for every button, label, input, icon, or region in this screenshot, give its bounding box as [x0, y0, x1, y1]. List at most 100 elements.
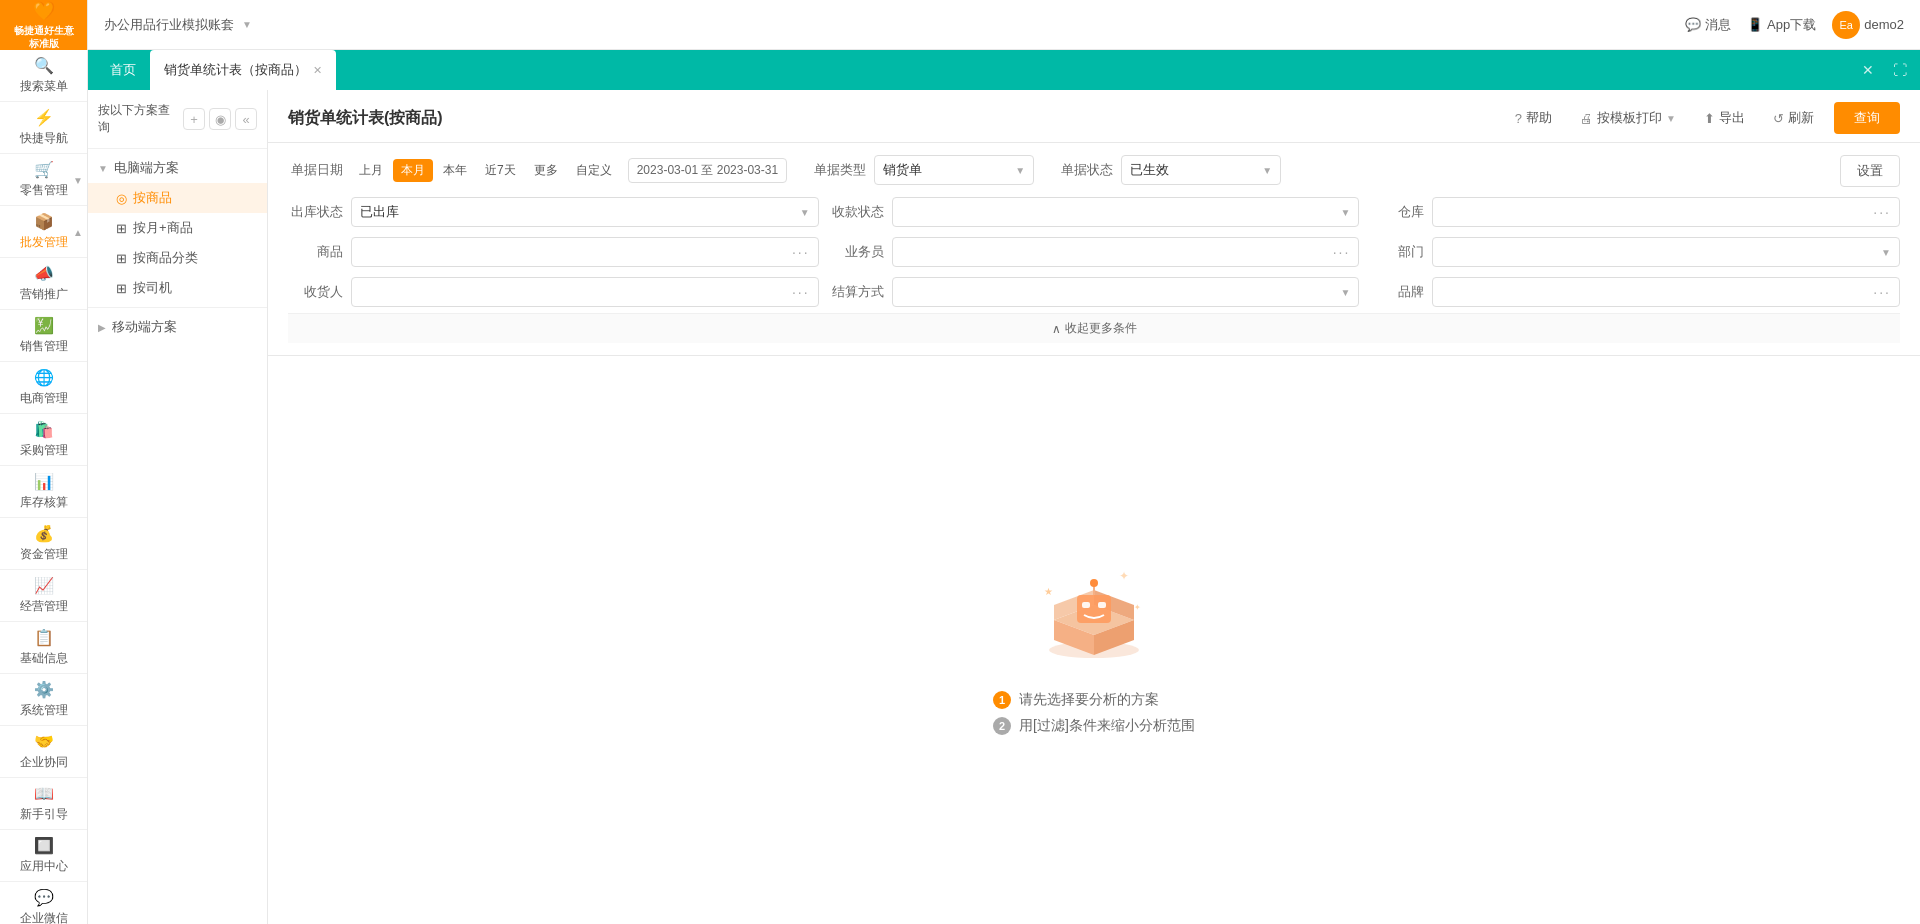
- settlement-select[interactable]: ▼: [892, 277, 1360, 307]
- add-scheme-button[interactable]: +: [183, 108, 205, 130]
- chevron-up-icon: ▲: [73, 226, 83, 237]
- empty-tip-1: 1 请先选择要分析的方案: [993, 691, 1195, 709]
- sidebar-item-label: 电商管理: [20, 390, 68, 407]
- search-icon: 🔍: [34, 56, 54, 75]
- left-panel-item-by-product[interactable]: ◎ 按商品: [88, 183, 267, 213]
- sidebar-item-shortcuts[interactable]: ⚡ 快捷导航: [0, 102, 87, 154]
- sidebar-item-retail[interactable]: 🛒 零售管理 ▼: [0, 154, 87, 206]
- by-category-icon: ⊞: [116, 251, 127, 266]
- action-buttons: 设置: [1840, 155, 1900, 187]
- wholesale-icon: 📦: [34, 212, 54, 231]
- sidebar-item-enterprise[interactable]: 🤝 企业协同: [0, 726, 87, 778]
- left-panel-item-by-cashier[interactable]: ⊞ 按司机: [88, 273, 267, 303]
- goods-dots: ···: [792, 244, 810, 260]
- sidebar-item-apps[interactable]: 🔲 应用中心: [0, 830, 87, 882]
- date-tab-more[interactable]: 更多: [526, 159, 566, 182]
- export-button[interactable]: ⬆ 导出: [1696, 105, 1753, 131]
- sidebar-item-operation[interactable]: 📈 经营管理: [0, 570, 87, 622]
- filter-row-2: 出库状态 已出库 ▼ 收款状态 ▼ 仓库: [288, 197, 1900, 227]
- svg-rect-2: [1082, 602, 1090, 608]
- date-tab-this-month[interactable]: 本月: [393, 159, 433, 182]
- collect-status-arrow: ▼: [1340, 207, 1350, 218]
- by-category-label: 按商品分类: [133, 249, 198, 267]
- message-button[interactable]: 💬 消息: [1685, 16, 1731, 34]
- date-tab-last7days[interactable]: 近7天: [477, 159, 524, 182]
- sidebar-item-ecommerce[interactable]: 🌐 电商管理: [0, 362, 87, 414]
- date-tab-this-year[interactable]: 本年: [435, 159, 475, 182]
- doc-status-value: 已生效: [1130, 161, 1169, 179]
- doc-type-select[interactable]: 销货单 ▼: [874, 155, 1034, 185]
- collect-status-select[interactable]: ▼: [892, 197, 1360, 227]
- sidebar-item-sales[interactable]: 💹 销售管理: [0, 310, 87, 362]
- doc-status-filter: 单据状态 已生效 ▼: [1058, 155, 1281, 185]
- doc-type-filter: 单据类型 销货单 ▼: [811, 155, 1034, 185]
- dept-select[interactable]: ▼: [1432, 237, 1900, 267]
- tab-close-icon[interactable]: ✕: [313, 64, 322, 77]
- left-panel-item-by-category[interactable]: ⊞ 按商品分类: [88, 243, 267, 273]
- sidebar-item-basic[interactable]: 📋 基础信息: [0, 622, 87, 674]
- out-status-select[interactable]: 已出库 ▼: [351, 197, 819, 227]
- tabbar-right: ✕ ⛶: [1856, 58, 1920, 82]
- sidebar-item-newbie[interactable]: 📖 新手引导: [0, 778, 87, 830]
- help-label: 帮助: [1526, 109, 1552, 127]
- sidebar-item-system[interactable]: ⚙️ 系统管理: [0, 674, 87, 726]
- wechat-icon: 💬: [34, 888, 54, 907]
- refresh-button[interactable]: ↺ 刷新: [1765, 105, 1822, 131]
- date-label: 单据日期: [288, 161, 343, 179]
- brand-filter: 品牌 ···: [1369, 277, 1900, 307]
- sidebar-item-search[interactable]: 🔍 搜索菜单: [0, 50, 87, 102]
- sidebar-item-inventory[interactable]: 📊 库存核算: [0, 466, 87, 518]
- salesperson-select[interactable]: ···: [892, 237, 1360, 267]
- pc-section-header[interactable]: ▼ 电脑端方案: [88, 153, 267, 183]
- user-profile[interactable]: Ea demo2: [1832, 11, 1904, 39]
- tab-sales-report[interactable]: 销货单统计表（按商品） ✕: [150, 50, 336, 90]
- tab-home[interactable]: 首页: [96, 50, 150, 90]
- user-label: demo2: [1864, 17, 1904, 32]
- enterprise-icon: 🤝: [34, 732, 54, 751]
- warehouse-select[interactable]: ···: [1432, 197, 1900, 227]
- left-panel: 按以下方案查询 + ◉ « ▼ 电脑端方案 ◎ 按商品 ⊞ 按月+商品: [88, 90, 268, 924]
- dept-label: 部门: [1369, 243, 1424, 261]
- brand-select[interactable]: ···: [1432, 277, 1900, 307]
- sidebar-item-label: 库存核算: [20, 494, 68, 511]
- left-panel-item-by-month-product[interactable]: ⊞ 按月+商品: [88, 213, 267, 243]
- tab-close-window-button[interactable]: ✕: [1856, 58, 1880, 82]
- sidebar-item-label: 经营管理: [20, 598, 68, 615]
- newbie-icon: 📖: [34, 784, 54, 803]
- ecommerce-icon: 🌐: [34, 368, 54, 387]
- collapse-button[interactable]: ∧ 收起更多条件: [288, 313, 1900, 343]
- date-tab-last-month[interactable]: 上月: [351, 159, 391, 182]
- sidebar-item-label: 销售管理: [20, 338, 68, 355]
- export-label: 导出: [1719, 109, 1745, 127]
- query-button[interactable]: 查询: [1834, 102, 1900, 134]
- refresh-scheme-button[interactable]: ◉: [209, 108, 231, 130]
- mobile-section-header[interactable]: ▶ 移动端方案: [88, 312, 267, 342]
- date-tab-custom[interactable]: 自定义: [568, 159, 620, 182]
- sidebar-item-finance[interactable]: 💰 资金管理: [0, 518, 87, 570]
- sidebar-item-purchase[interactable]: 🛍️ 采购管理: [0, 414, 87, 466]
- sidebar-item-label: 营销推广: [20, 286, 68, 303]
- sidebar-item-label: 零售管理: [20, 182, 68, 199]
- help-button[interactable]: ? 帮助: [1507, 105, 1560, 131]
- page-title: 销货单统计表(按商品): [288, 108, 443, 129]
- doc-status-select[interactable]: 已生效 ▼: [1121, 155, 1281, 185]
- collect-status-label: 收款状态: [829, 203, 884, 221]
- tab-fullscreen-button[interactable]: ⛶: [1888, 58, 1912, 82]
- goods-select[interactable]: ···: [351, 237, 819, 267]
- date-range-display[interactable]: 2023-03-01 至 2023-03-31: [628, 158, 787, 183]
- receiver-select[interactable]: ···: [351, 277, 819, 307]
- sidebar-item-marketing[interactable]: 📣 营销推广: [0, 258, 87, 310]
- sidebar-item-wechat[interactable]: 💬 企业微信: [0, 882, 87, 924]
- date-tabs: 上月 本月 本年 近7天 更多 自定义: [351, 159, 620, 182]
- app-download-button[interactable]: 📱 App下载: [1747, 16, 1816, 34]
- salesperson-label: 业务员: [829, 243, 884, 261]
- sidebar-item-label: 企业协同: [20, 754, 68, 771]
- mobile-section-label: 移动端方案: [112, 318, 177, 336]
- print-button[interactable]: 🖨 按模板打印 ▼: [1572, 105, 1684, 131]
- sidebar-item-label: 基础信息: [20, 650, 68, 667]
- sidebar-item-wholesale[interactable]: 📦 批发管理 ▲: [0, 206, 87, 258]
- out-status-arrow: ▼: [800, 207, 810, 218]
- collapse-panel-button[interactable]: «: [235, 108, 257, 130]
- goods-label: 商品: [288, 243, 343, 261]
- settings-button[interactable]: 设置: [1840, 155, 1900, 187]
